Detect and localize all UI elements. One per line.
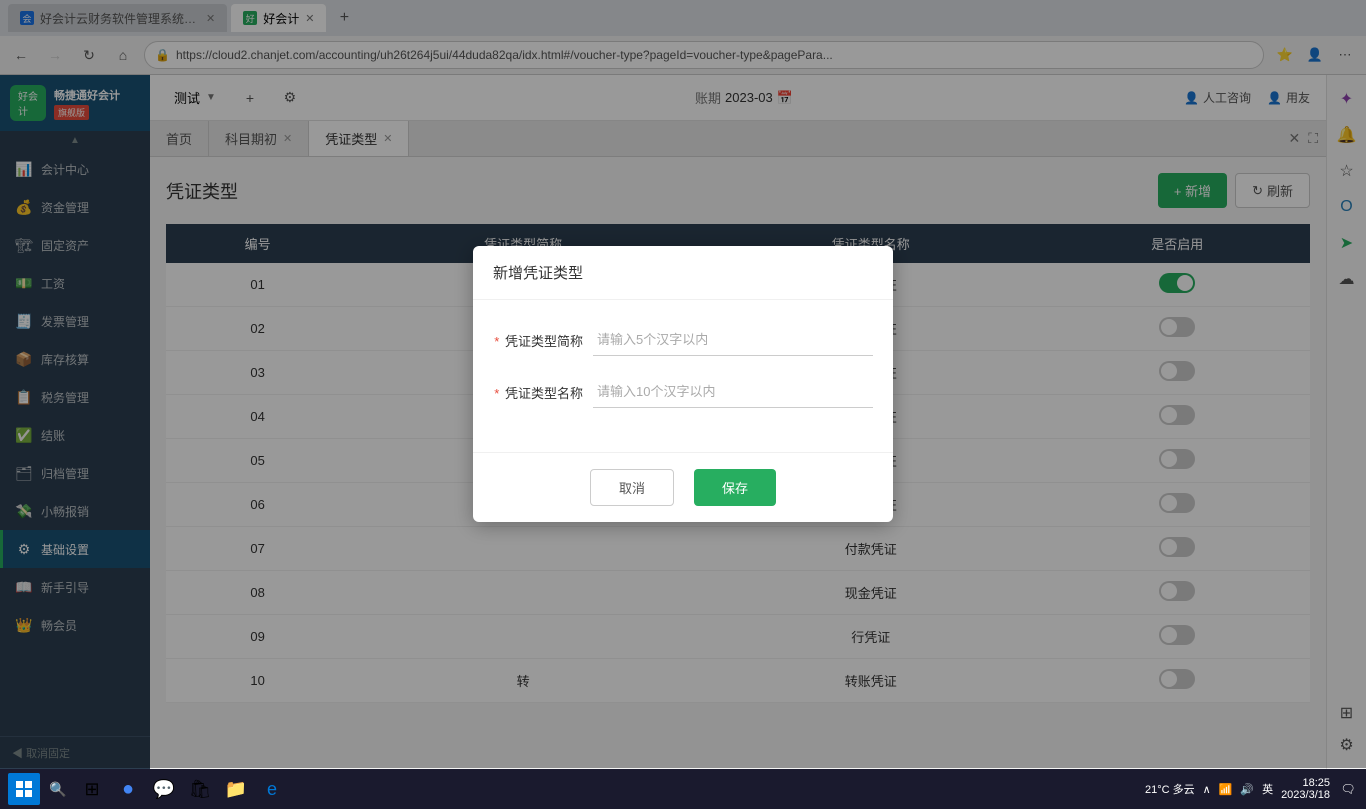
taskbar: 🔍 ⊞ ● 💬 🛍 📁 e 21°C 多云 ∧ 📶 🔊 英 18:25 2023… xyxy=(0,769,1366,809)
taskbar-store[interactable]: 🛍 xyxy=(184,773,216,805)
abbr-form-row: * 凭证类型简称 xyxy=(493,324,873,356)
taskbar-taskview[interactable]: ⊞ xyxy=(76,773,108,805)
taskbar-search-btn[interactable]: 🔍 xyxy=(44,775,72,803)
abbr-input[interactable] xyxy=(593,324,873,356)
modal-body: * 凭证类型简称 * 凭证类型名称 xyxy=(473,300,893,452)
name-input[interactable] xyxy=(593,376,873,408)
cancel-button[interactable]: 取消 xyxy=(590,469,674,506)
taskbar-arrow-up[interactable]: ∧ xyxy=(1203,783,1211,796)
modal-title: 新增凭证类型 xyxy=(493,265,583,282)
name-required-star: * xyxy=(494,386,499,401)
abbr-required-star: * xyxy=(494,334,499,349)
weather-info: 21°C 多云 xyxy=(1145,781,1195,797)
taskbar-chrome[interactable]: ● xyxy=(112,773,144,805)
taskbar-right: 21°C 多云 ∧ 📶 🔊 英 18:25 2023/3/18 🗨 xyxy=(1145,777,1358,801)
network-icon: 📶 xyxy=(1219,783,1233,796)
modal-footer: 取消 保存 xyxy=(473,452,893,522)
modal-overlay: 新增凭证类型 * 凭证类型简称 * 凭证类型名称 取消 保存 xyxy=(0,0,1366,768)
sound-icon: 🔊 xyxy=(1240,783,1254,796)
clock-date: 2023/3/18 xyxy=(1281,789,1330,801)
abbr-label: * 凭证类型简称 xyxy=(493,331,593,350)
taskbar-edge[interactable]: e xyxy=(256,773,288,805)
save-button[interactable]: 保存 xyxy=(694,469,776,506)
add-voucher-modal: 新增凭证类型 * 凭证类型简称 * 凭证类型名称 取消 保存 xyxy=(473,246,893,522)
lang-indicator: 英 xyxy=(1262,781,1273,797)
notification-center-btn[interactable]: 🗨 xyxy=(1338,779,1358,799)
modal-header: 新增凭证类型 xyxy=(473,246,893,300)
taskbar-clock[interactable]: 18:25 2023/3/18 xyxy=(1281,777,1330,801)
taskbar-explorer[interactable]: 📁 xyxy=(220,773,252,805)
name-label: * 凭证类型名称 xyxy=(493,383,593,402)
taskbar-wechat[interactable]: 💬 xyxy=(148,773,180,805)
clock-time: 18:25 xyxy=(1281,777,1330,789)
name-form-row: * 凭证类型名称 xyxy=(493,376,873,408)
start-button[interactable] xyxy=(8,773,40,805)
